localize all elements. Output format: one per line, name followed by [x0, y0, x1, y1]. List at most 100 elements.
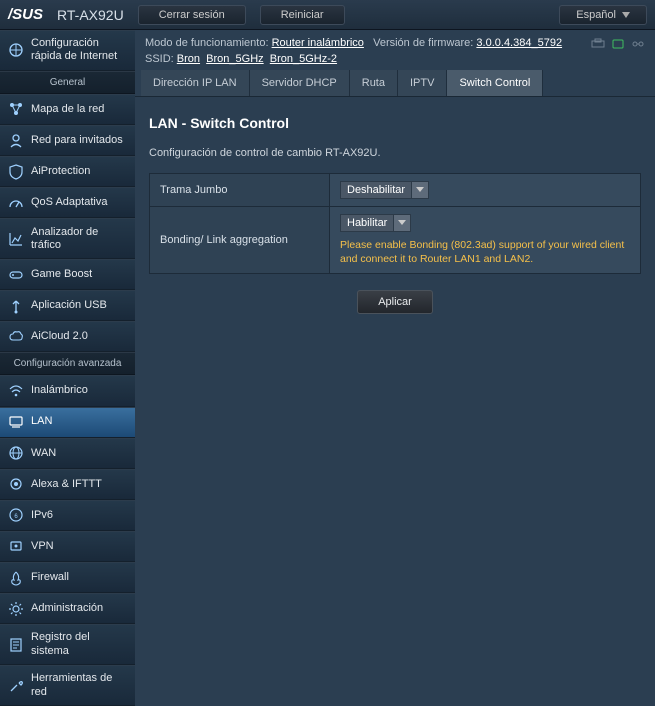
chart-icon	[8, 231, 24, 247]
sidebar-item-wireless[interactable]: Inalámbrico	[0, 375, 135, 406]
panel: LAN - Switch Control Configuración de co…	[135, 97, 655, 332]
bonding-label: Bonding/ Link aggregation	[150, 206, 330, 273]
tools-icon	[8, 678, 24, 694]
tab-iptv[interactable]: IPTV	[398, 70, 447, 96]
sidebar-item-guest-network[interactable]: Red para invitados	[0, 125, 135, 156]
gear-icon	[8, 601, 24, 617]
sidebar-item-qos[interactable]: QoS Adaptativa	[0, 187, 135, 218]
sidebar-item-traffic-analyzer[interactable]: Analizador de tráfico	[0, 218, 135, 259]
sidebar-item-label: Registro del sistema	[31, 631, 127, 657]
ssid-1[interactable]: Bron	[177, 53, 200, 65]
info-bar: Modo de funcionamiento: Router inalámbri…	[135, 30, 655, 70]
firmware-label: Versión de firmware:	[373, 37, 473, 49]
mode-value[interactable]: Router inalámbrico	[272, 37, 364, 49]
sidebar-item-label: LAN	[31, 415, 52, 428]
bonding-value: Habilitar	[341, 215, 393, 231]
sidebar-item-label: Firewall	[31, 571, 69, 584]
chevron-down-icon	[393, 215, 410, 231]
sidebar-item-usb-app[interactable]: Aplicación USB	[0, 290, 135, 321]
link-status-icon[interactable]	[631, 38, 645, 50]
sidebar-item-vpn[interactable]: VPN	[0, 531, 135, 562]
vpn-icon	[8, 538, 24, 554]
sub-tabs: Dirección IP LAN Servidor DHCP Ruta IPTV…	[135, 70, 655, 97]
cloud-icon	[8, 329, 24, 345]
bonding-select[interactable]: Habilitar	[340, 214, 411, 232]
gamepad-icon	[8, 267, 24, 283]
sidebar-item-label: Herramientas de red	[31, 672, 127, 698]
sidebar-item-game-boost[interactable]: Game Boost	[0, 259, 135, 290]
language-label: Español	[576, 9, 616, 21]
sidebar-item-label: QoS Adaptativa	[31, 196, 107, 209]
tab-dhcp[interactable]: Servidor DHCP	[250, 70, 350, 96]
sidebar-item-label: Configuración rápida de Internet	[31, 37, 127, 63]
jumbo-frame-select[interactable]: Deshabilitar	[340, 181, 429, 199]
panel-title: LAN - Switch Control	[149, 115, 641, 131]
lan-icon	[8, 414, 24, 430]
tab-switch-control[interactable]: Switch Control	[447, 70, 543, 96]
sidebar-item-label: AiProtection	[31, 165, 90, 178]
sidebar-header-general: General	[0, 71, 135, 94]
sidebar: Configuración rápida de Internet General…	[0, 30, 135, 706]
ipv6-icon: 6	[8, 507, 24, 523]
globe-icon	[8, 445, 24, 461]
sidebar-item-system-log[interactable]: Registro del sistema	[0, 624, 135, 665]
svg-text:6: 6	[14, 514, 18, 520]
usb-icon	[8, 298, 24, 314]
gauge-icon	[8, 195, 24, 211]
ssid-2[interactable]: Bron_5GHz	[206, 53, 263, 65]
panel-description: Configuración de control de cambio RT-AX…	[149, 147, 641, 159]
top-header: /SUS RT-AX92U Cerrar sesión Reiniciar Es…	[0, 0, 655, 30]
shield-icon	[8, 164, 24, 180]
wifi-icon	[8, 383, 24, 399]
fire-icon	[8, 570, 24, 586]
usb-status-icon[interactable]	[611, 38, 625, 50]
sidebar-item-label: Alexa & IFTTT	[31, 478, 102, 491]
sidebar-item-label: VPN	[31, 540, 54, 553]
sidebar-header-advanced: Configuración avanzada	[0, 352, 135, 375]
sidebar-item-wan[interactable]: WAN	[0, 438, 135, 469]
brand-logo: /SUS RT-AX92U	[8, 6, 124, 23]
logout-button[interactable]: Cerrar sesión	[138, 5, 246, 25]
sidebar-item-network-tools[interactable]: Herramientas de red	[0, 665, 135, 706]
bonding-hint: Please enable Bonding (802.3ad) support …	[340, 238, 630, 266]
sidebar-item-network-map[interactable]: Mapa de la red	[0, 94, 135, 125]
sidebar-item-label: Inalámbrico	[31, 384, 88, 397]
sidebar-item-label: Administración	[31, 602, 103, 615]
sidebar-item-label: Game Boost	[31, 268, 92, 281]
sidebar-item-label: Aplicación USB	[31, 299, 107, 312]
ssid-3[interactable]: Bron_5GHz-2	[270, 53, 337, 65]
sidebar-item-aiprotection[interactable]: AiProtection	[0, 156, 135, 187]
jumbo-frame-value: Deshabilitar	[341, 182, 411, 198]
sidebar-quick-setup[interactable]: Configuración rápida de Internet	[0, 30, 135, 71]
jumbo-frame-label: Trama Jumbo	[150, 173, 330, 206]
main-content: Modo de funcionamiento: Router inalámbri…	[135, 30, 655, 706]
sidebar-item-administration[interactable]: Administración	[0, 593, 135, 624]
sidebar-item-label: WAN	[31, 447, 56, 460]
guest-icon	[8, 133, 24, 149]
mode-label: Modo de funcionamiento:	[145, 37, 269, 49]
chevron-down-icon	[622, 12, 630, 18]
sidebar-item-alexa-ifttt[interactable]: Alexa & IFTTT	[0, 469, 135, 500]
globe-gear-icon	[8, 42, 24, 58]
firmware-value[interactable]: 3.0.0.4.384_5792	[476, 37, 562, 49]
chevron-down-icon	[411, 182, 428, 198]
apply-button[interactable]: Aplicar	[357, 290, 433, 314]
voice-icon	[8, 476, 24, 492]
settings-table: Trama Jumbo Deshabilitar Bonding/ Link a…	[149, 173, 641, 274]
sidebar-item-label: Red para invitados	[31, 134, 123, 147]
sidebar-item-label: IPv6	[31, 509, 53, 522]
reboot-button[interactable]: Reiniciar	[260, 5, 345, 25]
printer-status-icon[interactable]	[591, 38, 605, 50]
tab-route[interactable]: Ruta	[350, 70, 398, 96]
sidebar-item-ipv6[interactable]: 6 IPv6	[0, 500, 135, 531]
sidebar-item-firewall[interactable]: Firewall	[0, 562, 135, 593]
sidebar-item-label: Mapa de la red	[31, 103, 104, 116]
brand-text: /SUS	[8, 6, 43, 23]
sidebar-item-label: AiCloud 2.0	[31, 330, 88, 343]
sidebar-item-lan[interactable]: LAN	[0, 407, 135, 438]
network-map-icon	[8, 101, 24, 117]
language-select[interactable]: Español	[559, 5, 647, 25]
sidebar-item-aicloud[interactable]: AiCloud 2.0	[0, 321, 135, 352]
tab-lan-ip[interactable]: Dirección IP LAN	[141, 70, 250, 96]
sidebar-item-label: Analizador de tráfico	[31, 226, 127, 252]
